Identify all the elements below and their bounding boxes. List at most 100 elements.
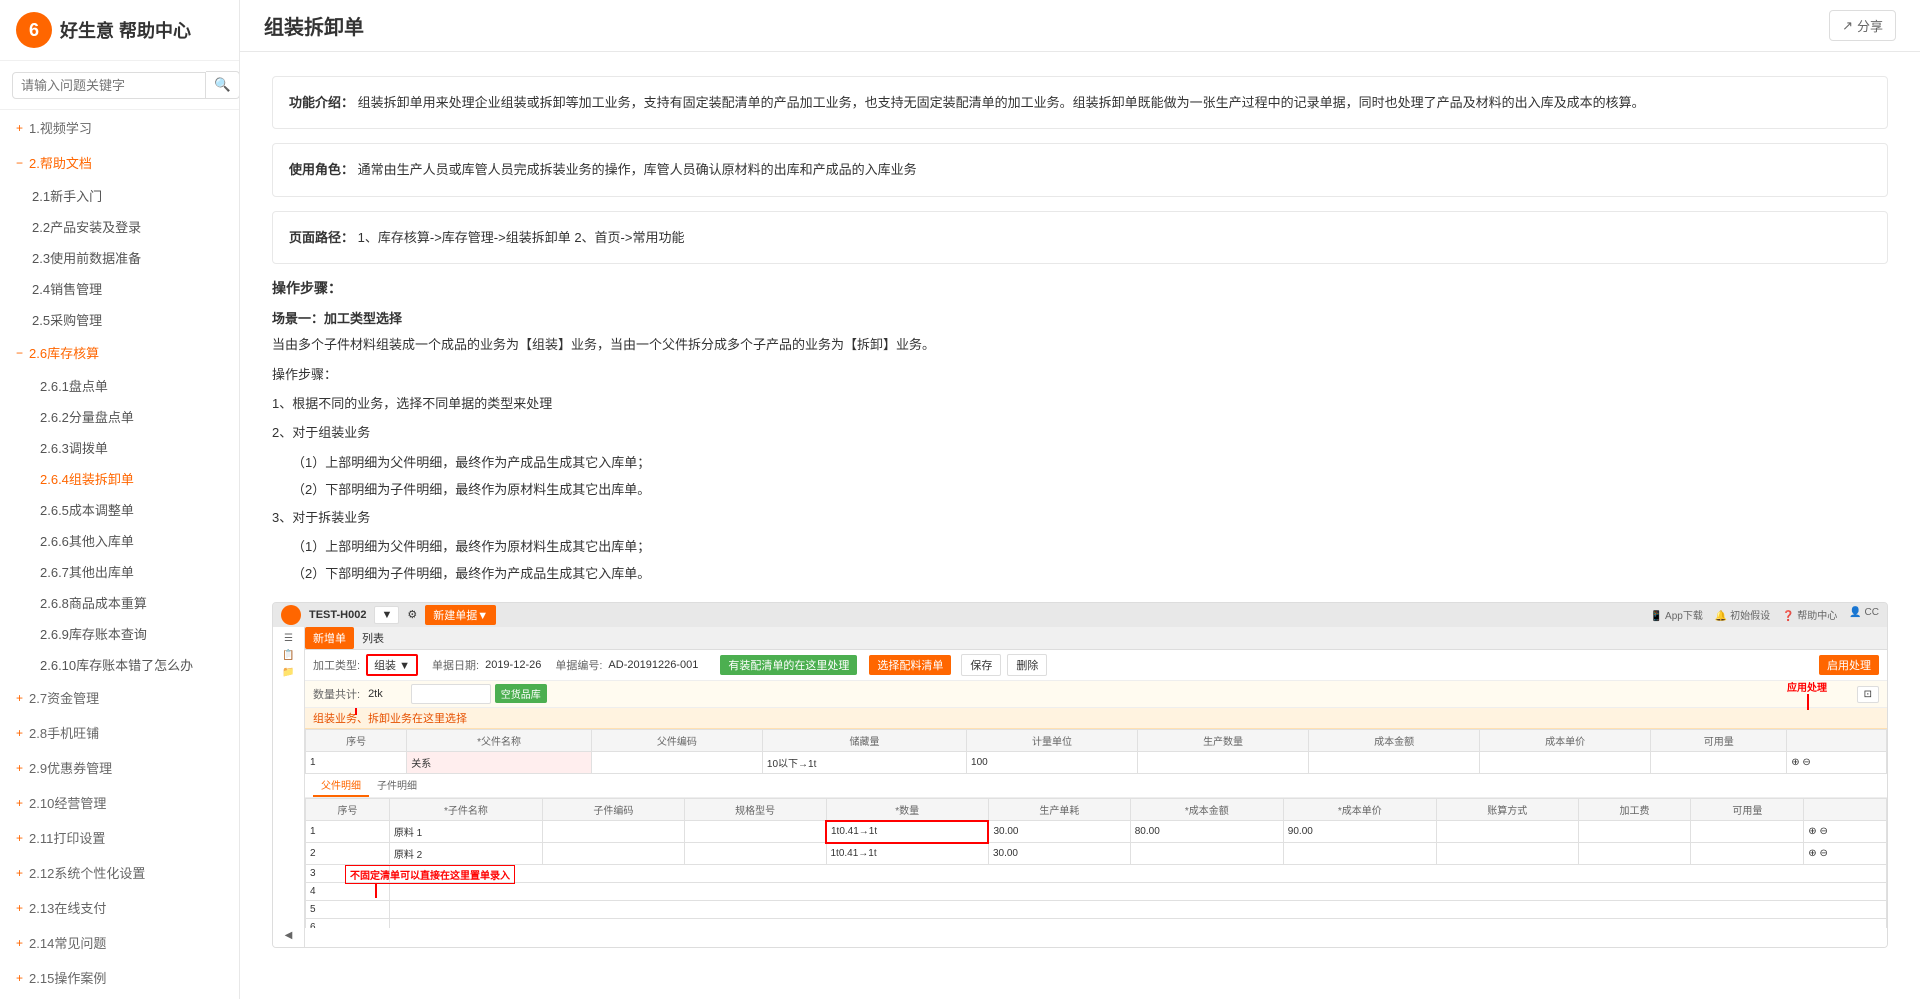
sim-sub-tabs: 父件明细 子件明细: [305, 774, 1887, 798]
sidebar-item-faq[interactable]: + 2.14常见问题: [0, 925, 239, 960]
sidebar-item-install[interactable]: 2.2产品安装及登录: [0, 211, 239, 242]
sim-new-doc-btn[interactable]: 新建单据▼: [425, 605, 496, 625]
sidebar-item-help-docs[interactable]: − 2.帮助文档: [0, 145, 239, 180]
sidebar-item-mobile[interactable]: + 2.8手机旺铺: [0, 715, 239, 750]
sidebar-item-other-in[interactable]: 2.6.6其他入库单: [0, 525, 239, 556]
sim-tab-new[interactable]: 新增单: [305, 627, 354, 649]
sim-app-logo: [281, 605, 301, 625]
role-block: 使用角色： 通常由生产人员或库管人员完成拆装业务的操作，库管人员确认原材料的出库…: [272, 143, 1888, 196]
plus-icon-3: +: [16, 726, 23, 740]
share-icon: ↗: [1842, 18, 1853, 34]
sidebar-item-ledger-fix[interactable]: 2.6.10库存账本错了怎么办: [0, 649, 239, 680]
sim-docnum-val: AD-20191226-001: [608, 659, 698, 671]
plus-icon-10: +: [16, 971, 23, 985]
sim-save-btn[interactable]: 保存: [961, 654, 1001, 676]
plus-icon-5: +: [16, 796, 23, 810]
table-row: 5: [306, 901, 1887, 919]
sim-apply-btn[interactable]: 启用处理: [1819, 655, 1879, 675]
path-block: 页面路径： 1、库存核算->库存管理->组装拆卸单 2、首页->常用功能: [272, 211, 1888, 264]
table-row: 3: [306, 865, 1887, 883]
search-box: 🔍: [0, 61, 239, 110]
ops-label: 操作步骤：: [272, 278, 1888, 298]
sidebar-item-partial-stocktake[interactable]: 2.6.2分量盘点单: [0, 401, 239, 432]
role-label: 使用角色：: [289, 162, 354, 177]
path-text: 1、库存核算->库存管理->组装拆卸单 2、首页->常用功能: [358, 230, 685, 245]
sim-dropdown1[interactable]: ▼: [374, 606, 399, 624]
screenshot-container: TEST-H002 ▼ ⚙ 新建单据▼ 📱 App下载 🔔 初始假设 ❓ 帮助中…: [272, 602, 1888, 948]
plus-icon-7: +: [16, 866, 23, 880]
sidebar-item-data-prep[interactable]: 2.3使用前数据准备: [0, 242, 239, 273]
top-bar: 组装拆卸单 ↗ 分享: [240, 0, 1920, 52]
sidebar-item-finance[interactable]: + 2.7资金管理: [0, 680, 239, 715]
sim-num-label: 数量共计:: [313, 686, 360, 702]
step2: 2、对于组装业务: [272, 421, 1888, 444]
minus-icon-inventory: −: [16, 346, 23, 360]
sidebar-item-stocktake[interactable]: 2.6.1盘点单: [0, 370, 239, 401]
plus-icon-6: +: [16, 831, 23, 845]
sidebar-item-purchase[interactable]: 2.5采购管理: [0, 304, 239, 335]
sim-wrapper: TEST-H002 ▼ ⚙ 新建单据▼ 📱 App下载 🔔 初始假设 ❓ 帮助中…: [273, 603, 1887, 947]
step3-sub1: （1）上部明细为父件明细，最终作为原材料生成其它出库单；: [292, 535, 1888, 558]
steps-section: 操作步骤： 场景一：加工类型选择 当由多个子件材料组装成一个成品的业务为【组装】…: [272, 278, 1888, 586]
sidebar-item-transfer[interactable]: 2.6.3调拨单: [0, 432, 239, 463]
sim-warehouse-input[interactable]: [411, 684, 491, 704]
sidebar-item-cost-adjust[interactable]: 2.6.5成本调整单: [0, 494, 239, 525]
step3-sub2: （2）下部明细为子件明细，最终作为产成品生成其它入库单。: [292, 562, 1888, 585]
sidebar-item-stock-ledger[interactable]: 2.6.9库存账本查询: [0, 618, 239, 649]
page-title: 组装拆卸单: [264, 11, 364, 40]
plus-icon-8: +: [16, 901, 23, 915]
plus-icon-4: +: [16, 761, 23, 775]
sidebar-item-customize[interactable]: + 2.12系统个性化设置: [0, 855, 239, 890]
sidebar-item-cases[interactable]: + 2.15操作案例: [0, 960, 239, 995]
sim-icon-help2: ❓ 帮助中心: [1782, 607, 1837, 622]
sim-expand-btn[interactable]: ⊡: [1857, 686, 1879, 703]
scene1-title: 场景一：加工类型选择: [272, 308, 1888, 327]
table-row: 4: [306, 883, 1887, 901]
table-row: 2 原料 2 1t0.41→1t 30.00: [306, 843, 1887, 865]
sim-type-select[interactable]: 组装 ▼: [366, 654, 418, 676]
sim-bottom-table: 序号 *子件名称 子件编码 规格型号 *数量 生产单耗 *成本金额 *成本单价: [305, 798, 1887, 928]
sidebar-item-newuser[interactable]: 2.1新手入门: [0, 180, 239, 211]
sidebar-item-inventory[interactable]: − 2.6库存核算: [0, 335, 239, 370]
main-content: 组装拆卸单 ↗ 分享 功能介绍： 组装拆卸单用来处理企业组装或拆卸等加工业务，支…: [240, 0, 1920, 999]
sim-doc-area: 新增单 列表 加工类型: 组装 ▼ 单据日期: 2019-12-26: [305, 627, 1887, 947]
sidebar-item-other-out[interactable]: 2.6.7其他出库单: [0, 556, 239, 587]
share-button[interactable]: ↗ 分享: [1829, 10, 1896, 41]
sim-date-label: 单据日期:: [432, 657, 479, 673]
sim-tab-list[interactable]: 列表: [354, 627, 392, 649]
sim-date-val: 2019-12-26: [485, 659, 541, 671]
sidebar-nav: + 1.视频学习 − 2.帮助文档 2.1新手入门 2.2产品安装及登录 2.3…: [0, 110, 239, 999]
sim-top-table: 序号 *父件名称 父件编码 储藏量 计量单位 生产数量 成本金额 成本单价 可用: [305, 729, 1887, 774]
sim-docnum-label: 单据编号:: [555, 657, 602, 673]
sidebar-item-payment[interactable]: + 2.13在线支付: [0, 890, 239, 925]
sidebar-item-coupon[interactable]: + 2.9优惠券管理: [0, 750, 239, 785]
sidebar-item-sales[interactable]: 2.4销售管理: [0, 273, 239, 304]
app-logo: 6: [16, 12, 52, 48]
content-area: 功能介绍： 组装拆卸单用来处理企业组装或拆卸等加工业务，支持有固定装配清单的产品…: [240, 52, 1920, 999]
sidebar-header: 6 好生意 帮助中心: [0, 0, 239, 61]
sim-confirm-btn[interactable]: 空货品库: [495, 684, 547, 703]
search-button[interactable]: 🔍: [206, 71, 240, 99]
intro-label: 功能介绍：: [289, 95, 354, 110]
search-input[interactable]: [12, 72, 206, 99]
sidebar-item-video-learning[interactable]: + 1.视频学习: [0, 110, 239, 145]
sidebar-item-assembly[interactable]: 2.6.4组装拆卸单: [0, 463, 239, 494]
annotation-apply: 应用处理: [1787, 679, 1827, 710]
table-row: 6: [306, 919, 1887, 928]
nav-section-2: − 2.帮助文档 2.1新手入门 2.2产品安装及登录 2.3使用前数据准备 2…: [0, 145, 239, 995]
sim-subtab-parent[interactable]: 父件明细: [313, 774, 369, 797]
app-title: 好生意 帮助中心: [60, 17, 191, 43]
sidebar-item-mgmt[interactable]: + 2.10经营管理: [0, 785, 239, 820]
sidebar-item-cost-recalc[interactable]: 2.6.8商品成本重算: [0, 587, 239, 618]
intro-text: 组装拆卸单用来处理企业组装或拆卸等加工业务，支持有固定装配清单的产品加工业务，也…: [358, 95, 1645, 110]
sim-delete-btn[interactable]: 删除: [1007, 654, 1047, 676]
ops-steps-label: 操作步骤：: [272, 363, 1888, 386]
sim-window-title: TEST-H002: [309, 609, 366, 621]
minus-icon: −: [16, 156, 23, 170]
nav-sub-items: 2.1新手入门 2.2产品安装及登录 2.3使用前数据准备 2.4销售管理 2.…: [0, 180, 239, 995]
sidebar: 6 好生意 帮助中心 🔍 + 1.视频学习 − 2.帮助文档 2.1新手入门 2…: [0, 0, 240, 999]
sidebar-item-print[interactable]: + 2.11打印设置: [0, 820, 239, 855]
sim-select-bom-btn[interactable]: 选择配料清单: [869, 655, 951, 675]
sim-section-label: 组装业务、拆卸业务在这里选择: [305, 708, 1887, 729]
sim-subtab-child[interactable]: 子件明细: [369, 774, 425, 797]
